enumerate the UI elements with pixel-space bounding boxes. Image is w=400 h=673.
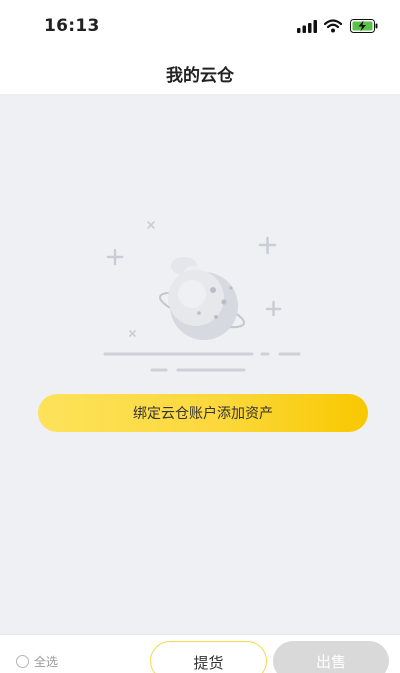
battery-charging-icon (350, 19, 378, 33)
status-bar: 16:13 (0, 0, 400, 52)
select-all-label: 全选 (34, 655, 59, 669)
empty-planet-icon (103, 221, 301, 372)
pickup-button[interactable]: 提货 (150, 641, 267, 673)
nav-bar: 我的云仓 (0, 52, 400, 94)
bottom-action-bar: 全选 提货 出售 (0, 634, 400, 673)
signal-icon (297, 20, 317, 33)
bind-account-button[interactable]: 绑定云仓账户添加资产 (38, 394, 368, 432)
select-all-toggle[interactable]: 全选 (16, 653, 58, 670)
page-title: 我的云仓 (166, 66, 234, 86)
sell-button[interactable]: 出售 (273, 641, 389, 673)
radio-icon[interactable] (16, 655, 29, 668)
wifi-icon (324, 19, 342, 33)
empty-state: 绑定云仓账户添加资产 (0, 94, 400, 634)
status-time: 16:13 (44, 16, 100, 36)
